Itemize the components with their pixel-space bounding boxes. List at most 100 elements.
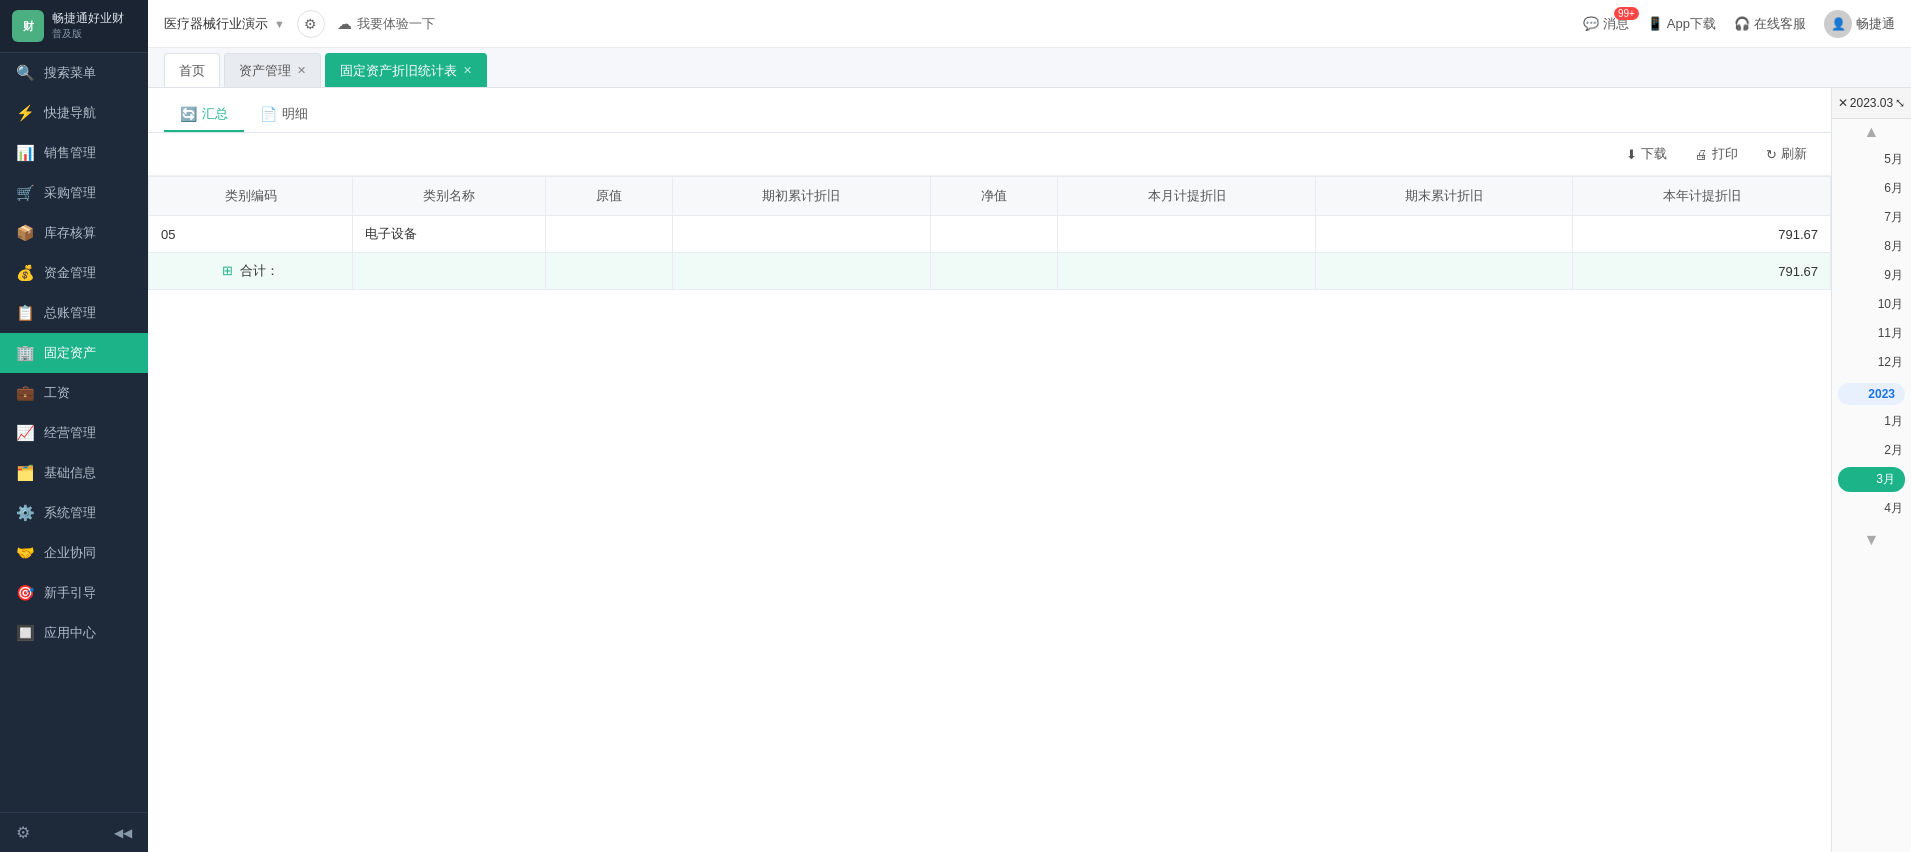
download-icon: ⬇ bbox=[1626, 147, 1637, 162]
sidebar-item-fixedasset[interactable]: 🏢 固定资产 bbox=[0, 333, 148, 373]
fixedasset-icon: 🏢 bbox=[16, 344, 34, 362]
app-download-button[interactable]: 📱 App下载 bbox=[1647, 15, 1716, 33]
sub-tab-detail[interactable]: 📄 明细 bbox=[244, 98, 324, 132]
basic-icon: 🗂️ bbox=[16, 464, 34, 482]
quicknav-icon: ⚡ bbox=[16, 104, 34, 122]
sidebar-item-label: 总账管理 bbox=[44, 304, 96, 322]
print-icon: 🖨 bbox=[1695, 147, 1708, 162]
guide-icon: 🎯 bbox=[16, 584, 34, 602]
scroll-up-button[interactable]: ▲ bbox=[1832, 119, 1911, 145]
col-header-name: 类别名称 bbox=[353, 177, 546, 216]
settings-bottom-icon[interactable]: ⚙ bbox=[16, 823, 30, 842]
sidebar-item-label: 工资 bbox=[44, 384, 70, 402]
app-logo-text: 畅捷通好业财 普及版 bbox=[52, 11, 124, 41]
sidebar-item-sales[interactable]: 📊 销售管理 bbox=[0, 133, 148, 173]
sidebar-item-purchase[interactable]: 🛒 采购管理 bbox=[0, 173, 148, 213]
tabs-bar: 首页 资产管理 ✕ 固定资产折旧统计表 ✕ bbox=[148, 48, 1911, 88]
main-content: 医疗器械行业演示 ▼ ⚙ ☁ 我要体验一下 💬 消息 99+ 📱 App下载 🎧… bbox=[148, 0, 1911, 852]
download-button[interactable]: ⬇ 下载 bbox=[1618, 141, 1675, 167]
message-icon: 💬 bbox=[1583, 16, 1599, 31]
service-icon: 🎧 bbox=[1734, 16, 1750, 31]
sidebar-item-appcenter[interactable]: 🔲 应用中心 bbox=[0, 613, 148, 653]
content-area: 🔄 汇总 📄 明细 ⬇ 下载 🖨 打印 ↻ bbox=[148, 88, 1911, 852]
cloud-icon: ☁ bbox=[337, 15, 352, 33]
cell-end-accum bbox=[1315, 216, 1573, 253]
date-month-11[interactable]: 11月 bbox=[1832, 319, 1911, 348]
refresh-button[interactable]: ↻ 刷新 bbox=[1758, 141, 1815, 167]
date-month-8[interactable]: 8月 bbox=[1832, 232, 1911, 261]
table-row: 05 电子设备 791.67 bbox=[149, 216, 1831, 253]
collapse-sidebar-button[interactable]: ◀◀ bbox=[114, 826, 132, 840]
col-header-end-accum: 期末累计折旧 bbox=[1315, 177, 1573, 216]
sidebar-item-ledger[interactable]: 📋 总账管理 bbox=[0, 293, 148, 333]
app-logo-icon: 财 bbox=[12, 10, 44, 42]
sidebar-item-inventory[interactable]: 📦 库存核算 bbox=[0, 213, 148, 253]
col-header-net: 净值 bbox=[930, 177, 1058, 216]
messages-button[interactable]: 💬 消息 99+ bbox=[1583, 15, 1629, 33]
tab-asset-mgmt[interactable]: 资产管理 ✕ bbox=[224, 53, 321, 87]
date-panel-expand[interactable]: ⤡ bbox=[1895, 96, 1905, 110]
topbar: 医疗器械行业演示 ▼ ⚙ ☁ 我要体验一下 💬 消息 99+ 📱 App下载 🎧… bbox=[148, 0, 1911, 48]
date-month-9[interactable]: 9月 bbox=[1832, 261, 1911, 290]
sidebar-item-label: 应用中心 bbox=[44, 624, 96, 642]
date-month-7[interactable]: 7月 bbox=[1832, 203, 1911, 232]
print-label: 打印 bbox=[1712, 145, 1738, 163]
user-menu[interactable]: 👤 畅捷通 bbox=[1824, 10, 1895, 38]
experience-button[interactable]: ☁ 我要体验一下 bbox=[337, 15, 435, 33]
sidebar-bottom: ⚙ ◀◀ bbox=[0, 812, 148, 852]
tab-asset-mgmt-close[interactable]: ✕ bbox=[297, 64, 306, 77]
cooperation-icon: 🤝 bbox=[16, 544, 34, 562]
sidebar-item-label: 库存核算 bbox=[44, 224, 96, 242]
date-panel-header: ✕ 2023.03 ⤡ bbox=[1832, 88, 1911, 119]
date-month-5[interactable]: 5月 bbox=[1832, 145, 1911, 174]
sidebar-item-salary[interactable]: 💼 工资 bbox=[0, 373, 148, 413]
tab-depreciation-table[interactable]: 固定资产折旧统计表 ✕ bbox=[325, 53, 487, 87]
sub-tab-summary-label: 汇总 bbox=[202, 105, 228, 123]
sidebar-item-label: 采购管理 bbox=[44, 184, 96, 202]
date-month-2023-4[interactable]: 4月 bbox=[1832, 494, 1911, 523]
date-year-2023[interactable]: 2023 bbox=[1838, 383, 1905, 405]
sidebar-item-label: 新手引导 bbox=[44, 584, 96, 602]
depreciation-table: 类别编码 类别名称 原值 期初累计折旧 净值 本月计提折旧 期末累计折旧 本年计… bbox=[148, 176, 1831, 290]
avatar: 👤 bbox=[1824, 10, 1852, 38]
settings-button[interactable]: ⚙ bbox=[297, 10, 325, 38]
messages-badge: 99+ bbox=[1614, 7, 1639, 20]
sidebar-item-quicknav[interactable]: ⚡ 快捷导航 bbox=[0, 93, 148, 133]
total-label: 合计： bbox=[240, 263, 279, 278]
col-header-code: 类别编码 bbox=[149, 177, 353, 216]
sidebar-item-cooperation[interactable]: 🤝 企业协同 bbox=[0, 533, 148, 573]
sidebar-item-operations[interactable]: 📈 经营管理 bbox=[0, 413, 148, 453]
date-month-2023-3[interactable]: 3月 bbox=[1838, 467, 1905, 492]
date-month-12[interactable]: 12月 bbox=[1832, 348, 1911, 377]
sidebar-item-guide[interactable]: 🎯 新手引导 bbox=[0, 573, 148, 613]
date-month-6[interactable]: 6月 bbox=[1832, 174, 1911, 203]
total-name bbox=[353, 253, 546, 290]
purchase-icon: 🛒 bbox=[16, 184, 34, 202]
scroll-down-button[interactable]: ▼ bbox=[1832, 527, 1911, 553]
sales-icon: 📊 bbox=[16, 144, 34, 162]
date-month-2023-2[interactable]: 2月 bbox=[1832, 436, 1911, 465]
sidebar-item-basic[interactable]: 🗂️ 基础信息 bbox=[0, 453, 148, 493]
sub-tab-summary[interactable]: 🔄 汇总 bbox=[164, 98, 244, 132]
sidebar-item-label: 固定资产 bbox=[44, 344, 96, 362]
date-panel-close[interactable]: ✕ bbox=[1838, 96, 1848, 110]
experience-label: 我要体验一下 bbox=[357, 15, 435, 33]
company-selector[interactable]: 医疗器械行业演示 ▼ bbox=[164, 15, 285, 33]
print-button[interactable]: 🖨 打印 bbox=[1687, 141, 1746, 167]
tab-home[interactable]: 首页 bbox=[164, 53, 220, 87]
col-header-year-depre: 本年计提折旧 bbox=[1573, 177, 1831, 216]
sidebar-item-system[interactable]: ⚙️ 系统管理 bbox=[0, 493, 148, 533]
customer-service-button[interactable]: 🎧 在线客服 bbox=[1734, 15, 1806, 33]
date-panel-title: 2023.03 bbox=[1850, 96, 1893, 110]
sidebar-item-finance[interactable]: 💰 资金管理 bbox=[0, 253, 148, 293]
tab-depreciation-close[interactable]: ✕ bbox=[463, 64, 472, 77]
chevron-down-icon: ▼ bbox=[274, 18, 285, 30]
sub-tab-detail-label: 明细 bbox=[282, 105, 308, 123]
date-month-2023-1[interactable]: 1月 bbox=[1832, 407, 1911, 436]
sidebar-item-search[interactable]: 🔍 搜索菜单 bbox=[0, 53, 148, 93]
sidebar-logo: 财 畅捷通好业财 普及版 bbox=[0, 0, 148, 53]
salary-icon: 💼 bbox=[16, 384, 34, 402]
total-net bbox=[930, 253, 1058, 290]
cell-month-depre bbox=[1058, 216, 1316, 253]
date-month-10[interactable]: 10月 bbox=[1832, 290, 1911, 319]
